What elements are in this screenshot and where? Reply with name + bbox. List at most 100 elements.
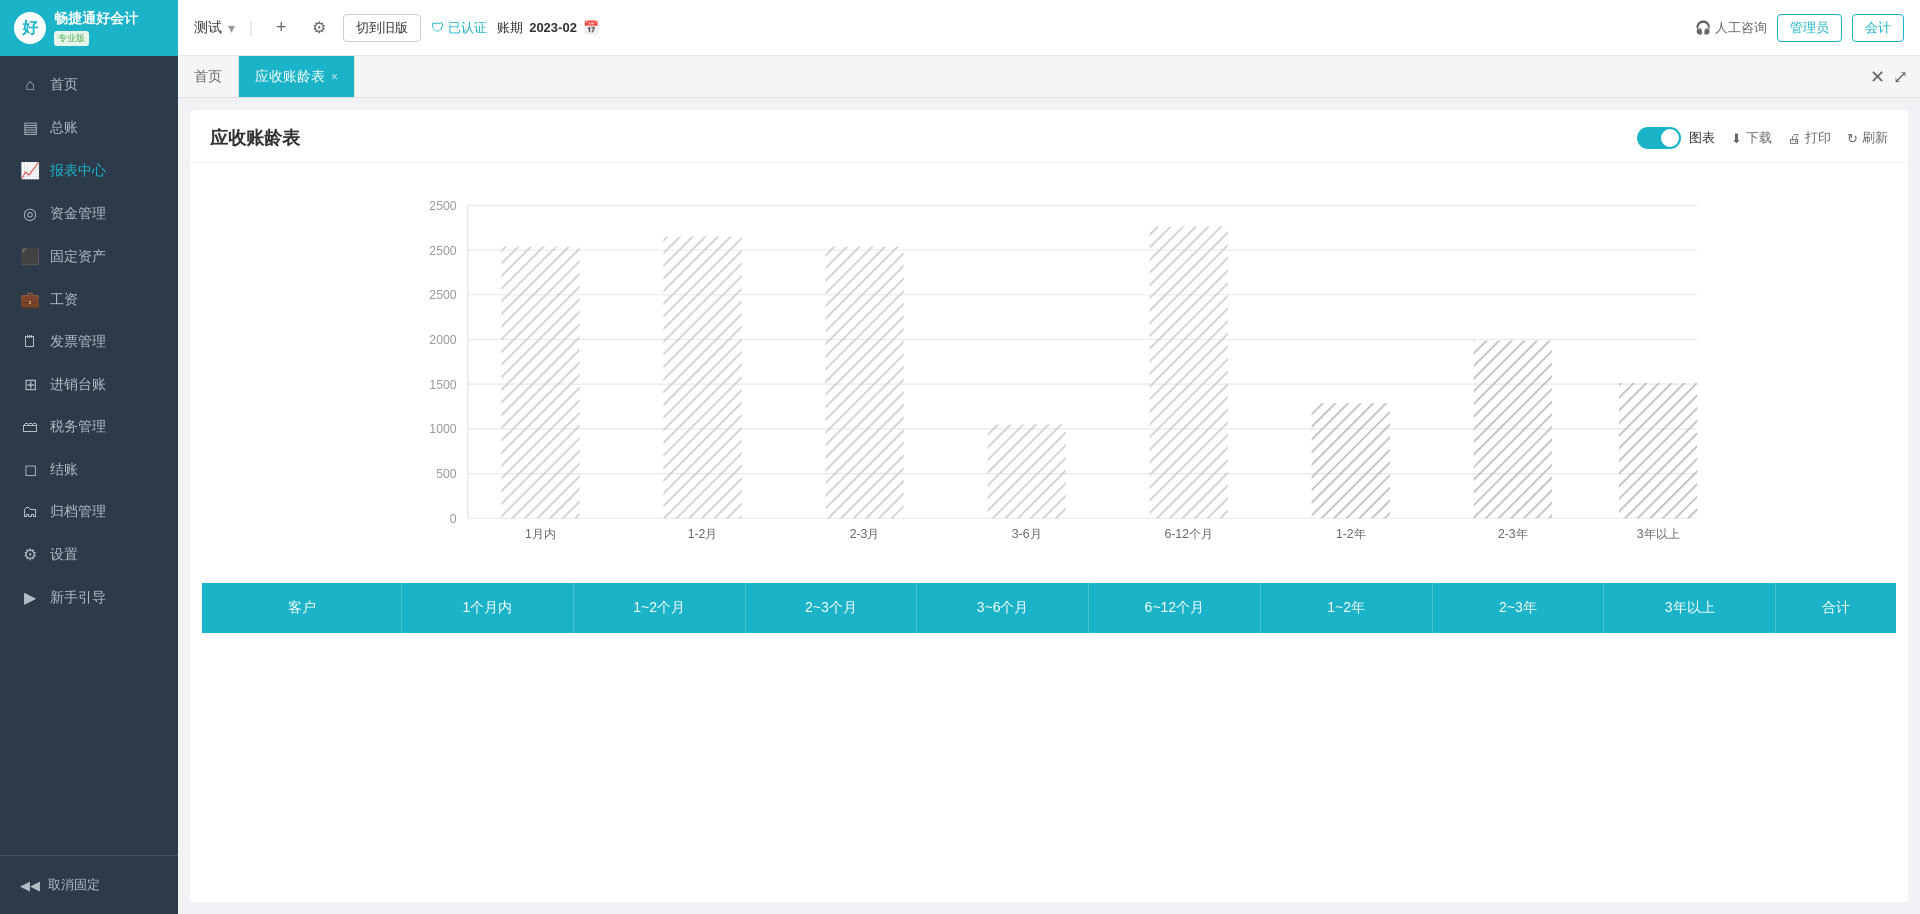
plus-icon: + xyxy=(276,17,287,38)
sidebar-item-label: 归档管理 xyxy=(50,503,106,521)
sidebar-item-ledger[interactable]: ▤ 总账 xyxy=(0,106,178,149)
svg-text:0: 0 xyxy=(450,512,457,526)
sidebar-item-invoice[interactable]: 🗒 发票管理 xyxy=(0,321,178,363)
ledger-icon: ▤ xyxy=(20,118,40,137)
sidebar-item-label: 结账 xyxy=(50,461,78,479)
pin-icon: ◀◀ xyxy=(20,878,40,893)
manager-button[interactable]: 管理员 xyxy=(1777,14,1842,42)
bar-1-2month xyxy=(663,237,741,519)
sidebar-item-archive[interactable]: 🗂 归档管理 xyxy=(0,491,178,533)
tab-receivables-label: 应收账龄表 xyxy=(255,68,325,86)
table-header: 客户 1个月内 1~2个月 2~3个月 3~6个月 6~12个月 1~2年 2~… xyxy=(202,583,1896,633)
invoice-icon: 🗒 xyxy=(20,333,40,351)
chevron-down-icon: ▾ xyxy=(228,20,235,36)
tab-home[interactable]: 首页 xyxy=(178,56,239,97)
download-icon: ⬇ xyxy=(1731,131,1742,146)
svg-text:1-2年: 1-2年 xyxy=(1336,527,1366,541)
project-name: 测试 xyxy=(194,19,222,37)
bar-1-2year xyxy=(1312,403,1390,518)
print-button[interactable]: 🖨 打印 xyxy=(1788,129,1831,147)
main-area: 测试 ▾ | + ⚙ 切到旧版 🛡 已认证 账期 2023-02 📅 🎧 人工咨… xyxy=(178,0,1920,914)
close-window-button[interactable]: ✕ xyxy=(1870,66,1885,88)
svg-text:1-2月: 1-2月 xyxy=(688,527,718,541)
sidebar-item-label: 总账 xyxy=(50,119,78,137)
col-1-2month: 1~2个月 xyxy=(574,583,746,633)
svg-text:2500: 2500 xyxy=(429,288,456,302)
calendar-icon: 📅 xyxy=(583,20,599,35)
expand-icon: ⤢ xyxy=(1893,66,1908,88)
sidebar-item-closing[interactable]: ◻ 结账 xyxy=(0,448,178,491)
bar-chart: 2500 2500 2500 2000 1500 1000 500 0 xyxy=(210,183,1888,563)
guide-icon: ▶ xyxy=(20,588,40,607)
home-icon: ⌂ xyxy=(20,76,40,94)
bar-3-6month xyxy=(988,424,1066,518)
add-button[interactable]: + xyxy=(267,14,295,42)
payroll-icon: 💼 xyxy=(20,290,40,309)
print-icon: 🖨 xyxy=(1788,131,1801,146)
project-selector[interactable]: 测试 ▾ xyxy=(194,19,235,37)
sidebar-item-guide[interactable]: ▶ 新手引导 xyxy=(0,576,178,619)
bar-3plus-year xyxy=(1619,383,1697,518)
content-area: 应收账龄表 图表 ⬇ 下载 🖨 打印 ↻ xyxy=(178,98,1920,914)
sidebar-item-assets[interactable]: ⬛ 固定资产 xyxy=(0,235,178,278)
bar-2-3month xyxy=(825,247,903,519)
content-inner: 应收账龄表 图表 ⬇ 下载 🖨 打印 ↻ xyxy=(190,110,1908,902)
col-2-3year: 2~3年 xyxy=(1433,583,1605,633)
sidebar-item-settings[interactable]: ⚙ 设置 xyxy=(0,533,178,576)
sidebar-item-funds[interactable]: ◎ 资金管理 xyxy=(0,192,178,235)
sidebar-item-home[interactable]: ⌂ 首页 xyxy=(0,64,178,106)
col-customer: 客户 xyxy=(202,583,402,633)
page-title: 应收账龄表 xyxy=(210,126,300,150)
sidebar-item-payroll[interactable]: 💼 工资 xyxy=(0,278,178,321)
bar-6-12month xyxy=(1150,227,1228,519)
shield-icon: 🛡 xyxy=(431,20,444,35)
period-value: 2023-02 xyxy=(529,20,577,35)
sidebar-bottom: ◀◀ 取消固定 xyxy=(0,855,178,914)
sidebar-item-trade[interactable]: ⊞ 进销台账 xyxy=(0,363,178,406)
close-icon: ✕ xyxy=(1870,66,1885,88)
maximize-button[interactable]: ⤢ xyxy=(1893,66,1908,88)
col-3plus: 3年以上 xyxy=(1604,583,1776,633)
tax-icon: 🗃 xyxy=(20,418,40,436)
tabbar-actions: ✕ ⤢ xyxy=(1858,56,1920,97)
bar-2-3year xyxy=(1474,341,1552,519)
tab-home-label: 首页 xyxy=(194,68,222,86)
sidebar-item-tax[interactable]: 🗃 税务管理 xyxy=(0,406,178,448)
col-2-3month: 2~3个月 xyxy=(746,583,918,633)
period-label: 账期 xyxy=(497,19,523,37)
tab-close-icon[interactable]: × xyxy=(331,70,338,84)
sidebar: 好 畅捷通好会计 专业版 ⌂ 首页 ▤ 总账 📈 报表中心 ◎ 资金管理 ⬛ 固 xyxy=(0,0,178,914)
closing-icon: ◻ xyxy=(20,460,40,479)
pin-button[interactable]: ◀◀ 取消固定 xyxy=(0,866,178,904)
sidebar-item-label: 固定资产 xyxy=(50,248,106,266)
switch-version-button[interactable]: 切到旧版 xyxy=(343,14,421,42)
svg-text:3年以上: 3年以上 xyxy=(1637,527,1680,541)
col-1month: 1个月内 xyxy=(402,583,574,633)
svg-text:2-3年: 2-3年 xyxy=(1498,527,1528,541)
topbar-settings-button[interactable]: ⚙ xyxy=(305,14,333,42)
topbar: 测试 ▾ | + ⚙ 切到旧版 🛡 已认证 账期 2023-02 📅 🎧 人工咨… xyxy=(178,0,1920,56)
role-button[interactable]: 会计 xyxy=(1852,14,1904,42)
content-toolbar: 图表 ⬇ 下载 🖨 打印 ↻ 刷新 xyxy=(1637,127,1888,149)
period-selector[interactable]: 账期 2023-02 📅 xyxy=(497,19,599,37)
tab-receivables[interactable]: 应收账龄表 × xyxy=(239,56,355,97)
svg-text:2500: 2500 xyxy=(429,244,456,258)
col-6-12month: 6~12个月 xyxy=(1089,583,1261,633)
chart-toggle-switch[interactable] xyxy=(1637,127,1681,149)
chart-toggle-group: 图表 xyxy=(1637,127,1715,149)
svg-text:1500: 1500 xyxy=(429,378,456,392)
support-button[interactable]: 🎧 人工咨询 xyxy=(1695,19,1767,37)
funds-icon: ◎ xyxy=(20,204,40,223)
sidebar-item-label: 首页 xyxy=(50,76,78,94)
sidebar-item-reports[interactable]: 📈 报表中心 xyxy=(0,149,178,192)
download-button[interactable]: ⬇ 下载 xyxy=(1731,129,1772,147)
table-area: 客户 1个月内 1~2个月 2~3个月 3~6个月 6~12个月 1~2年 2~… xyxy=(202,583,1896,633)
archive-icon: 🗂 xyxy=(20,503,40,521)
refresh-button[interactable]: ↻ 刷新 xyxy=(1847,129,1888,147)
col-total: 合计 xyxy=(1776,583,1896,633)
logo-text: 畅捷通好会计 专业版 xyxy=(54,10,138,46)
topbar-divider: | xyxy=(249,19,253,37)
settings-icon: ⚙ xyxy=(20,545,40,564)
col-3-6month: 3~6个月 xyxy=(917,583,1089,633)
assets-icon: ⬛ xyxy=(20,247,40,266)
